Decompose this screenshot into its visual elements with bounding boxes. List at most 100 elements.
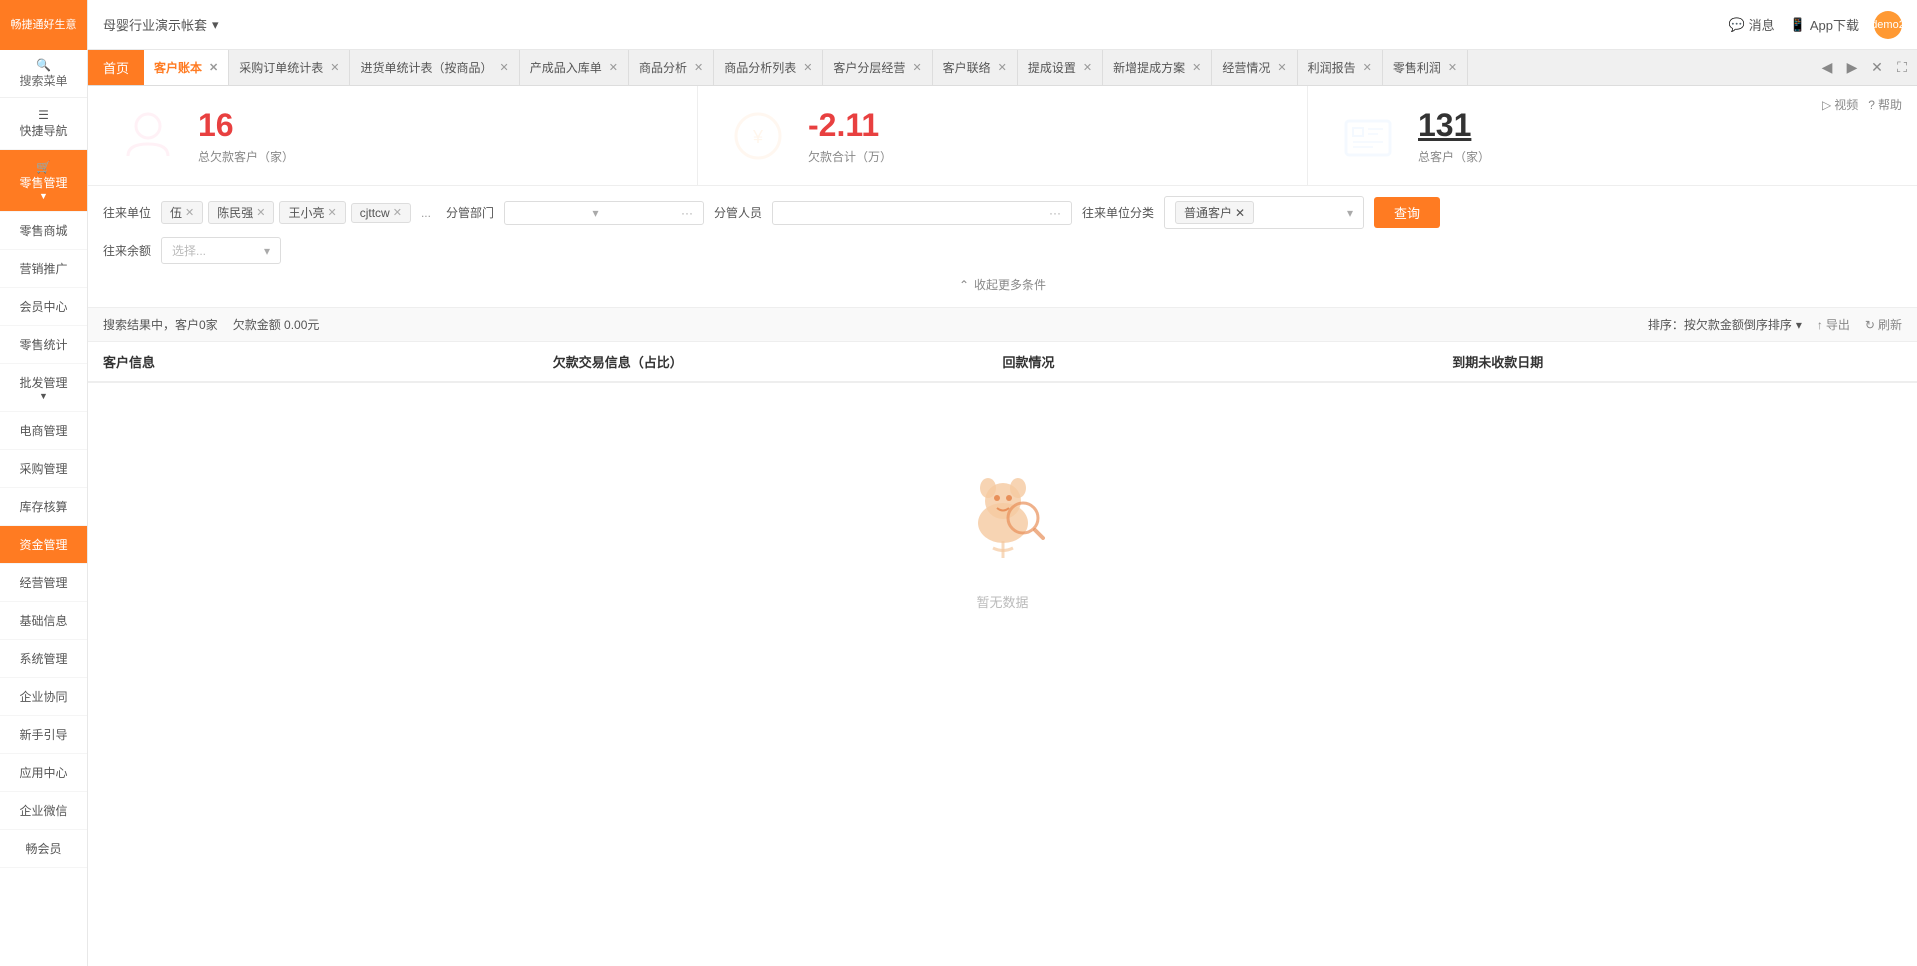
stat-total-customers-info: 131 总客户（家） bbox=[1418, 107, 1490, 165]
query-button[interactable]: 查询 bbox=[1374, 197, 1440, 228]
stat-total-customers-label: 总客户（家） bbox=[1418, 148, 1490, 165]
empty-state-text: 暂无数据 bbox=[976, 592, 1028, 611]
tab-close-inbound[interactable]: ✕ bbox=[500, 61, 509, 74]
mobile-icon: 📱 bbox=[1790, 17, 1806, 33]
search-icon: 🔍 bbox=[5, 58, 82, 72]
sidebar-item-system[interactable]: 系统管理 bbox=[0, 640, 87, 678]
sidebar-item-retail-shop[interactable]: 零售商城 bbox=[0, 212, 87, 250]
tab-production-inbound[interactable]: 产成品入库单 ✕ bbox=[520, 50, 629, 86]
app-download-btn[interactable]: 📱 App下载 bbox=[1790, 15, 1859, 34]
tab-close-product[interactable]: ✕ bbox=[694, 61, 703, 74]
sidebar-item-marketing[interactable]: 营销推广 bbox=[0, 250, 87, 288]
sort-selector[interactable]: 排序：按欠款金额倒序排序 ▾ bbox=[1648, 316, 1802, 333]
filter-area: 往来单位 伍 ✕ 陈民强 ✕ 王小亮 ✕ cjttcw bbox=[88, 186, 1917, 308]
help-btn[interactable]: ? 帮助 bbox=[1868, 96, 1902, 113]
sidebar-item-basic-info[interactable]: 基础信息 bbox=[0, 602, 87, 640]
avatar[interactable]: demo2 bbox=[1874, 11, 1902, 39]
export-icon: ↑ bbox=[1817, 318, 1823, 332]
category-dropdown-icon: ▾ bbox=[1347, 206, 1353, 220]
tab-purchase-order[interactable]: 采购订单统计表 ✕ bbox=[229, 50, 350, 86]
tab-scroll-right[interactable]: ▶ bbox=[1842, 58, 1862, 78]
sidebar-logo-text: 畅捷通好生意 bbox=[11, 18, 77, 32]
tab-close-commission[interactable]: ✕ bbox=[1083, 61, 1092, 74]
category-tag-close[interactable]: ✕ bbox=[1235, 206, 1245, 220]
dept-select[interactable]: ▾ ··· bbox=[504, 201, 704, 225]
tab-close-profit[interactable]: ✕ bbox=[1363, 61, 1372, 74]
tab-retail-profit[interactable]: 零售利润 ✕ bbox=[1383, 50, 1468, 86]
sidebar-item-member[interactable]: 会员中心 bbox=[0, 288, 87, 326]
tab-scroll-left[interactable]: ◀ bbox=[1817, 58, 1837, 78]
tab-customer-account[interactable]: 客户账本 ✕ bbox=[144, 50, 229, 86]
unit-tag-chen: 陈民强 ✕ bbox=[208, 201, 274, 224]
filter-row-1: 往来单位 伍 ✕ 陈民强 ✕ 王小亮 ✕ cjttcw bbox=[103, 196, 1902, 229]
tab-product-analysis[interactable]: 商品分析 ✕ bbox=[629, 50, 714, 86]
tab-profit-report[interactable]: 利润报告 ✕ bbox=[1298, 50, 1383, 86]
tab-close-retail-profit[interactable]: ✕ bbox=[1448, 61, 1457, 74]
sidebar-item-inventory[interactable]: 库存核算 bbox=[0, 488, 87, 526]
sidebar-item-finance[interactable]: 资金管理 bbox=[0, 526, 87, 564]
tab-customer-tier[interactable]: 客户分层经营 ✕ bbox=[823, 50, 932, 86]
sidebar-item-purchase[interactable]: 采购管理 bbox=[0, 450, 87, 488]
tab-operations[interactable]: 经营情况 ✕ bbox=[1212, 50, 1297, 86]
tab-fullscreen[interactable]: ⛶ bbox=[1892, 58, 1912, 78]
balance-dropdown-icon: ▾ bbox=[264, 244, 270, 258]
sidebar-item-operations[interactable]: 经营管理 bbox=[0, 564, 87, 602]
chevron-icon-2: ▼ bbox=[5, 391, 82, 401]
top-header-right: 💬 消息 📱 App下载 demo2 bbox=[1728, 11, 1902, 39]
tag-close-wang[interactable]: ✕ bbox=[328, 206, 337, 219]
dropdown-icon: ▾ bbox=[212, 17, 219, 33]
results-actions: 排序：按欠款金额倒序排序 ▾ ↑ 导出 ↻ 刷新 bbox=[1648, 316, 1902, 333]
sidebar-item-search[interactable]: 🔍 搜索菜单 bbox=[0, 50, 87, 98]
balance-select[interactable]: 选择... ▾ bbox=[161, 237, 281, 264]
person-more-icon: ··· bbox=[1049, 206, 1061, 220]
tag-close-chen[interactable]: ✕ bbox=[256, 206, 265, 219]
dept-dropdown-icon: ▾ bbox=[592, 206, 598, 220]
stat-credit-customers-value: 16 bbox=[198, 107, 294, 144]
table-col-credit-info: 欠款交易信息（占比） bbox=[553, 352, 1003, 371]
demo-account-selector[interactable]: 母婴行业演示帐套 ▾ bbox=[103, 15, 219, 34]
sidebar-item-newbie[interactable]: 新手引导 bbox=[0, 716, 87, 754]
results-bar: 搜索结果中，客户0家 欠款金额 0.00元 排序：按欠款金额倒序排序 ▾ ↑ 导… bbox=[88, 308, 1917, 342]
tab-close-operations[interactable]: ✕ bbox=[1277, 61, 1286, 74]
collapse-filter-btn[interactable]: ⌃ 收起更多条件 bbox=[103, 272, 1902, 297]
message-btn[interactable]: 💬 消息 bbox=[1728, 15, 1774, 34]
chevron-up-icon: ⌃ bbox=[959, 278, 969, 292]
tab-close-tier[interactable]: ✕ bbox=[912, 61, 921, 74]
tab-close-add-commission[interactable]: ✕ bbox=[1192, 61, 1201, 74]
stat-credit-customers: 16 总欠款客户（家） bbox=[88, 86, 698, 185]
tab-commission-settings[interactable]: 提成设置 ✕ bbox=[1018, 50, 1103, 86]
export-btn[interactable]: ↑ 导出 bbox=[1817, 316, 1850, 333]
sidebar-item-retail-stats[interactable]: 零售统计 bbox=[0, 326, 87, 364]
sidebar-item-app-center[interactable]: 应用中心 bbox=[0, 754, 87, 792]
tag-close-wu[interactable]: ✕ bbox=[185, 206, 194, 219]
tab-close-customer-account[interactable]: ✕ bbox=[209, 61, 218, 74]
tab-close-product-list[interactable]: ✕ bbox=[803, 61, 812, 74]
more-tags-btn[interactable]: ... bbox=[416, 204, 436, 222]
sidebar-item-retail-mgmt[interactable]: 🛒 零售管理 ▼ bbox=[0, 150, 87, 212]
unit-category-select[interactable]: 普通客户 ✕ ▾ bbox=[1164, 196, 1364, 229]
help-links: ▷ 视频 ? 帮助 bbox=[1822, 96, 1902, 113]
tab-home[interactable]: 首页 bbox=[88, 50, 144, 86]
sidebar-item-quick-nav[interactable]: ☰ 快捷导航 bbox=[0, 98, 87, 150]
tab-customer-contact[interactable]: 客户联络 ✕ bbox=[933, 50, 1018, 86]
tab-close-production[interactable]: ✕ bbox=[609, 61, 618, 74]
sidebar-item-enterprise[interactable]: 企业协同 bbox=[0, 678, 87, 716]
sidebar-item-member2[interactable]: 畅会员 bbox=[0, 830, 87, 868]
tab-add-commission[interactable]: 新增提成方案 ✕ bbox=[1103, 50, 1212, 86]
sidebar-item-wholesale[interactable]: 批发管理 ▼ bbox=[0, 364, 87, 412]
tab-close-all[interactable]: ✕ bbox=[1867, 58, 1887, 78]
top-header-left: 母婴行业演示帐套 ▾ bbox=[103, 15, 219, 34]
video-btn[interactable]: ▷ 视频 bbox=[1822, 96, 1858, 113]
sidebar-item-ecom[interactable]: 电商管理 bbox=[0, 412, 87, 450]
results-amount: 欠款金额 0.00元 bbox=[233, 316, 320, 333]
tab-inbound-stats[interactable]: 进货单统计表（按商品） ✕ bbox=[350, 50, 519, 86]
tag-close-cjttcw[interactable]: ✕ bbox=[393, 206, 402, 219]
nav-icon: ☰ bbox=[5, 108, 82, 122]
person-select[interactable]: ··· bbox=[772, 201, 1072, 225]
refresh-btn[interactable]: ↻ 刷新 bbox=[1865, 316, 1902, 333]
tab-product-analysis-list[interactable]: 商品分析列表 ✕ bbox=[714, 50, 823, 86]
sidebar-item-wechat[interactable]: 企业微信 bbox=[0, 792, 87, 830]
stat-credit-amount-label: 欠款合计（万） bbox=[808, 148, 892, 165]
tab-close-contact[interactable]: ✕ bbox=[998, 61, 1007, 74]
tab-close-purchase[interactable]: ✕ bbox=[330, 61, 339, 74]
